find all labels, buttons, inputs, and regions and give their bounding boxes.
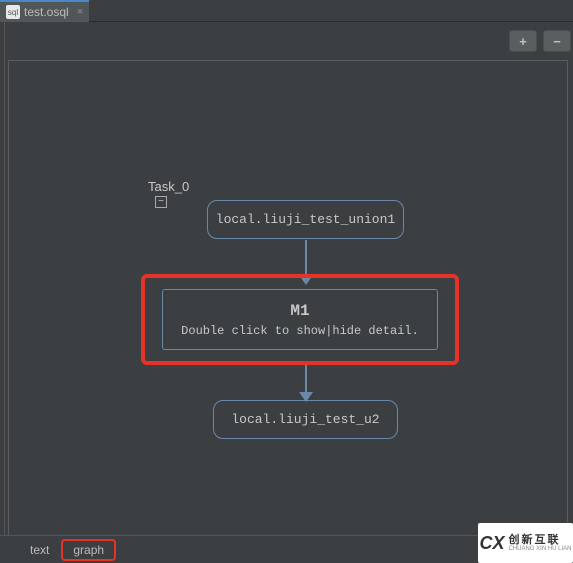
tab-graph[interactable]: graph — [61, 539, 116, 561]
watermark: CX 创新互联 CHUANG XIN HU LIAN — [478, 523, 573, 563]
plus-icon: + — [519, 34, 527, 49]
tab-text[interactable]: text — [18, 539, 61, 561]
minus-icon: − — [553, 34, 561, 49]
watermark-cn: 创新互联 — [509, 534, 572, 546]
tab-label: text — [30, 543, 49, 557]
node-label: local.liuji_test_union1 — [216, 212, 395, 227]
zoom-in-button[interactable]: + — [509, 30, 537, 52]
editor-tab-filename: test.osql — [24, 5, 69, 19]
close-icon[interactable]: × — [77, 6, 83, 18]
zoom-out-button[interactable]: − — [543, 30, 571, 52]
tab-label: graph — [73, 543, 104, 557]
node-label: local.liuji_test_u2 — [231, 412, 379, 427]
task-collapse-toggle[interactable]: − — [155, 196, 167, 208]
highlighted-node-frame: M1 Double click to show|hide detail. — [141, 274, 459, 365]
graph-node-target[interactable]: local.liuji_test_u2 — [213, 400, 398, 439]
graph-canvas[interactable]: Task_0 − local.liuji_test_union1 M1 Doub… — [6, 22, 573, 523]
node-title: M1 — [290, 302, 309, 320]
splitter[interactable] — [0, 22, 5, 535]
task-label: Task_0 — [148, 179, 189, 194]
sql-file-icon: sql — [6, 5, 20, 19]
graph-node-source[interactable]: local.liuji_test_union1 — [207, 200, 404, 239]
editor-tab[interactable]: sql test.osql × — [0, 0, 89, 22]
graph-node-task[interactable]: M1 Double click to show|hide detail. — [162, 289, 438, 350]
graph-edge — [305, 240, 307, 278]
collapse-icon: − — [158, 197, 164, 207]
graph-toolbar: + − — [509, 30, 571, 52]
node-subtitle: Double click to show|hide detail. — [181, 324, 419, 338]
watermark-logo-icon: CX — [479, 533, 504, 554]
watermark-en: CHUANG XIN HU LIAN — [509, 546, 572, 553]
editor-tab-bar: sql test.osql × — [0, 0, 573, 22]
